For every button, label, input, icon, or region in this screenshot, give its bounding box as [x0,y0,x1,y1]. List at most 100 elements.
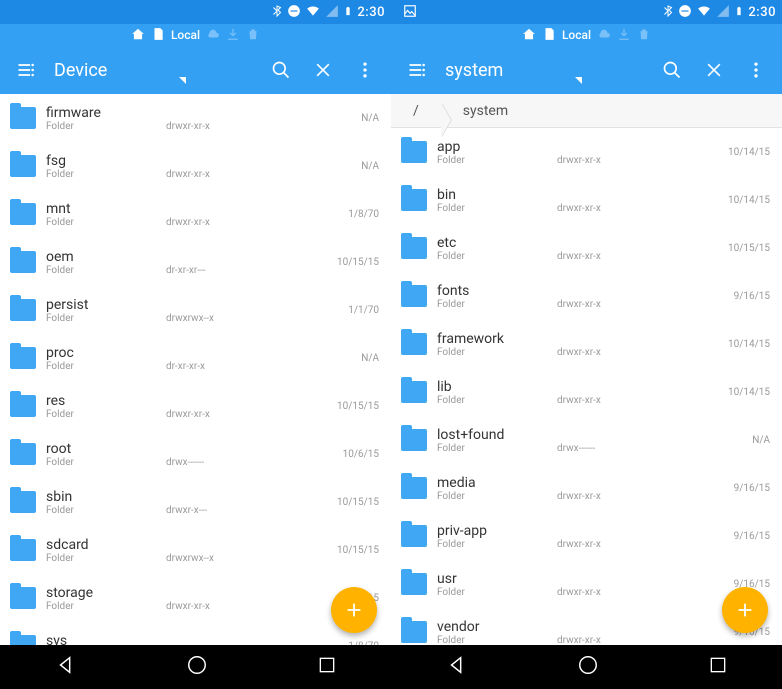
item-permissions: drwxr-xr-x [166,169,210,180]
list-item[interactable]: persist Folder drwxrwx--x 1/1/70 [0,286,391,334]
nav-home-button[interactable] [186,654,208,680]
item-name: res [46,393,309,409]
overflow-button[interactable] [345,50,385,90]
item-kind: Folder [46,505,166,516]
folder-icon [401,237,427,259]
fab-add-button[interactable] [331,587,377,633]
cloud-icon[interactable] [597,27,611,44]
folder-icon [10,443,36,465]
nav-recent-button[interactable] [708,655,728,679]
nav-recent-button[interactable] [317,655,337,679]
item-kind: Folder [46,169,166,180]
list-item[interactable]: media Folder drwxr-xr-x 9/16/15 [391,464,782,512]
item-name: sys [46,633,309,646]
close-button[interactable] [694,50,734,90]
breadcrumb-system[interactable]: system [441,103,530,119]
list-item[interactable]: fonts Folder drwxr-xr-x 9/16/15 [391,272,782,320]
list-item[interactable]: bin Folder drwxr-xr-x 10/14/15 [391,176,782,224]
item-permissions: drwxr-xr-x [166,409,210,420]
item-kind: Folder [437,587,557,598]
item-permissions: drwx------ [166,457,204,468]
status-bar: 2:30 [0,0,391,24]
list-item[interactable]: sdcard Folder drwxrwx--x 10/15/15 [0,526,391,574]
overflow-button[interactable] [736,50,776,90]
folder-icon [10,347,36,369]
trash-icon[interactable] [246,27,260,44]
toolbar-title[interactable]: Device [54,60,107,81]
item-date: N/A [319,353,379,364]
list-item[interactable]: lib Folder drwxr-xr-x 10/14/15 [391,368,782,416]
fab-add-button[interactable] [722,587,768,633]
folder-icon [10,539,36,561]
status-bar: 2:30 [391,0,782,24]
item-name: root [46,441,309,457]
list-item[interactable]: sbin Folder drwxr-x--- 10/15/15 [0,478,391,526]
home-icon[interactable] [131,27,145,44]
list-item[interactable]: lost+found Folder drwx------ N/A [391,416,782,464]
list-item[interactable]: priv-app Folder drwxr-xr-x 9/16/15 [391,512,782,560]
list-item[interactable]: framework Folder drwxr-xr-x 10/14/15 [391,320,782,368]
item-name: sbin [46,489,309,505]
sdcard-icon[interactable] [151,27,165,44]
nav-home-button[interactable] [577,654,599,680]
item-kind: Folder [46,553,166,564]
download-icon[interactable] [226,27,240,44]
item-permissions: drwxr-xr-x [166,121,210,132]
spinner-icon[interactable] [575,77,582,84]
breadcrumb-root[interactable]: / [391,103,441,119]
item-name: fsg [46,153,309,169]
status-time: 2:30 [748,5,776,20]
list-item[interactable]: res Folder drwxr-xr-x 10/15/15 [0,382,391,430]
item-name: persist [46,297,309,313]
item-permissions: drwxr-xr-x [557,155,601,166]
folder-icon [401,381,427,403]
list-item[interactable]: proc Folder dr-xr-xr-x N/A [0,334,391,382]
nav-back-button[interactable] [55,654,77,680]
list-item[interactable]: root Folder drwx------ 10/6/15 [0,430,391,478]
bluetooth-icon [271,4,283,21]
folder-icon [401,525,427,547]
download-icon[interactable] [617,27,631,44]
folder-icon [401,573,427,595]
item-kind: Folder [46,121,166,132]
item-date: 10/14/15 [710,195,770,206]
item-name: lost+found [437,427,700,443]
list-item[interactable]: firmware Folder drwxr-xr-x N/A [0,94,391,142]
item-date: 10/6/15 [319,449,379,460]
menu-button[interactable] [6,50,46,90]
item-name: lib [437,379,700,395]
item-name: proc [46,345,309,361]
item-date: 10/14/15 [710,387,770,398]
search-button[interactable] [652,50,692,90]
item-date: 9/16/15 [710,291,770,302]
item-permissions: drwx------ [557,443,595,454]
toolbar-title[interactable]: system [445,60,503,81]
list-item[interactable]: etc Folder drwxr-xr-x 10/15/15 [391,224,782,272]
cloud-icon[interactable] [206,27,220,44]
folder-icon [401,477,427,499]
item-date: 10/15/15 [710,243,770,254]
folder-icon [10,107,36,129]
folder-icon [10,491,36,513]
list-item[interactable]: fsg Folder drwxr-xr-x N/A [0,142,391,190]
item-kind: Folder [46,409,166,420]
trash-icon[interactable] [637,27,651,44]
folder-icon [401,429,427,451]
item-name: bin [437,187,700,203]
sdcard-icon[interactable] [542,27,556,44]
search-button[interactable] [261,50,301,90]
item-kind: Folder [437,491,557,502]
nav-back-button[interactable] [446,654,468,680]
list-item[interactable]: mnt Folder drwxr-xr-x 1/8/70 [0,190,391,238]
menu-button[interactable] [397,50,437,90]
home-icon[interactable] [522,27,536,44]
item-name: framework [437,331,700,347]
item-date: 10/15/15 [319,257,379,268]
list-item[interactable]: oem Folder dr-xr-xr--- 10/15/15 [0,238,391,286]
close-button[interactable] [303,50,343,90]
list-item[interactable]: sys Folder dr-xr-xr-x 1/8/70 [0,622,391,645]
item-kind: Folder [437,347,557,358]
item-date: N/A [319,161,379,172]
location-label: Local [562,28,591,42]
spinner-icon[interactable] [179,77,186,84]
